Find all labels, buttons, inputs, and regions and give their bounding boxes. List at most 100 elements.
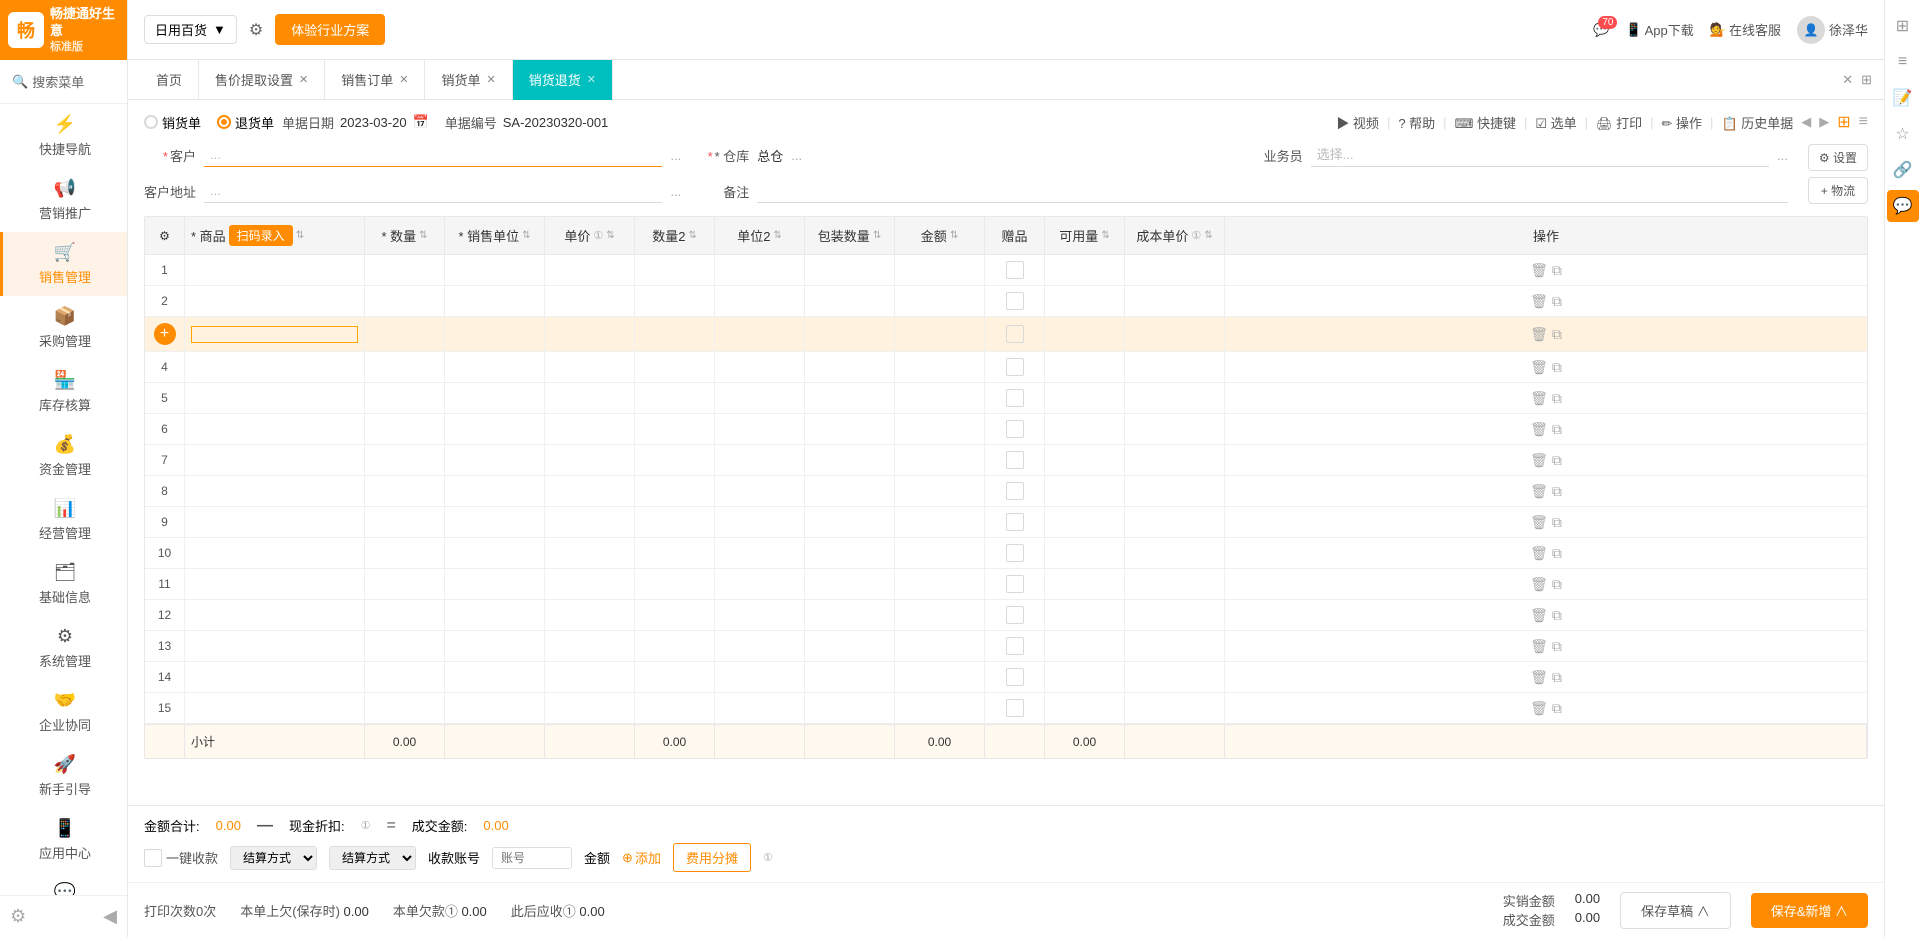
tab-sales-return-close[interactable]: ✕ <box>587 73 596 86</box>
row-14-gift-check[interactable] <box>1006 668 1024 686</box>
row-6-gift-check[interactable] <box>1006 420 1024 438</box>
expense-split-btn[interactable]: 费用分摊 <box>673 843 751 872</box>
help-btn[interactable]: ? 帮助 <box>1398 113 1435 132</box>
salesperson-input[interactable] <box>1311 143 1769 167</box>
row-11-delete[interactable]: 🗑 <box>1530 576 1548 593</box>
row-13-gift-check[interactable] <box>1006 637 1024 655</box>
row-1-pkg[interactable] <box>805 255 895 285</box>
sidebar-item-sales[interactable]: 🛒 销售管理 <box>0 232 127 296</box>
message-btn[interactable]: 💬 70 <box>1593 22 1609 38</box>
row-3-amount[interactable] <box>895 317 985 351</box>
calendar-icon[interactable]: 📅 <box>413 114 429 130</box>
row-2-qty2[interactable] <box>635 286 715 316</box>
tabs-menu-icon[interactable]: ⊞ <box>1861 72 1872 88</box>
right-panel-table-icon[interactable]: ⊞ <box>1887 10 1919 42</box>
row-3-delete[interactable]: 🗑 <box>1530 326 1548 343</box>
one-click-payment-check[interactable]: 一键收款 <box>144 848 218 867</box>
row-8-gift-check[interactable] <box>1006 482 1024 500</box>
row-10-gift-check[interactable] <box>1006 544 1024 562</box>
row-5-delete[interactable]: 🗑 <box>1530 390 1548 407</box>
nav-next-icon[interactable]: ▶ <box>1819 114 1829 130</box>
row-3-pkg[interactable] <box>805 317 895 351</box>
sidebar-item-purchase[interactable]: 📦 采购管理 <box>0 296 127 360</box>
row-3-cost[interactable] <box>1125 317 1225 351</box>
sub-settlement-select[interactable]: 结算方式 <box>329 846 416 870</box>
sidebar-item-system[interactable]: ⚙ 系统管理 <box>0 616 127 680</box>
radio-return[interactable]: 退货单 <box>217 113 274 132</box>
row-2-gift[interactable] <box>985 286 1045 316</box>
settlement-select[interactable]: 结算方式 <box>230 846 317 870</box>
sidebar-search[interactable]: 🔍 搜索菜单 <box>0 60 127 104</box>
row-3-avail[interactable] <box>1045 317 1125 351</box>
logistics-btn[interactable]: + 物流 <box>1808 177 1868 204</box>
row-3-qty[interactable] <box>365 317 445 351</box>
customer-dots[interactable]: ... <box>670 148 681 163</box>
row-4-delete[interactable]: 🗑 <box>1530 359 1548 376</box>
row-10-delete[interactable]: 🗑 <box>1530 545 1548 562</box>
row-3-copy[interactable]: ⧉ <box>1552 326 1562 343</box>
view-list-icon[interactable]: ≡ <box>1859 113 1868 131</box>
row-9-copy[interactable]: ⧉ <box>1552 514 1562 531</box>
row-12-delete[interactable]: 🗑 <box>1530 607 1548 624</box>
customer-input[interactable] <box>204 143 662 167</box>
row-13-delete[interactable]: 🗑 <box>1530 638 1548 655</box>
row-15-gift-check[interactable] <box>1006 699 1024 717</box>
row-4-copy[interactable]: ⧉ <box>1552 359 1562 376</box>
th-amount-sort[interactable]: ⇅ <box>950 230 958 241</box>
row-3-qty2[interactable] <box>635 317 715 351</box>
select-order-btn[interactable]: ☑ 选单 <box>1535 113 1576 132</box>
salesperson-dots[interactable]: ... <box>1777 148 1788 163</box>
save-draft-btn[interactable]: 保存草稿 ∧ <box>1620 892 1731 929</box>
right-panel-chat-icon[interactable]: 💬 <box>1887 190 1919 222</box>
tab-home[interactable]: 首页 <box>140 60 199 100</box>
th-cost-sort[interactable]: ⇅ <box>1204 230 1212 241</box>
th-unit2-sort[interactable]: ⇅ <box>773 230 781 241</box>
tab-price-settings[interactable]: 售价提取设置 ✕ <box>199 60 325 100</box>
sidebar-item-wechat[interactable]: 💬 企业微信 <box>0 872 127 895</box>
video-btn[interactable]: ▶ 视频 <box>1336 113 1379 132</box>
row-2-unit2[interactable] <box>715 286 805 316</box>
row-4-gift-check[interactable] <box>1006 358 1024 376</box>
row-1-avail[interactable] <box>1045 255 1125 285</box>
row-1-delete[interactable]: 🗑 <box>1530 262 1548 279</box>
row-3-gift-check[interactable] <box>1006 325 1024 343</box>
industry-select[interactable]: 日用百货 ▼ <box>144 15 237 44</box>
collapse-icon[interactable]: ◀ <box>103 906 117 927</box>
user-btn[interactable]: 👤 徐泽华 <box>1797 16 1868 44</box>
row-2-cost[interactable] <box>1125 286 1225 316</box>
row-7-gift-check[interactable] <box>1006 451 1024 469</box>
th-avail-sort[interactable]: ⇅ <box>1101 230 1109 241</box>
radio-delivery[interactable]: 销货单 <box>144 113 201 132</box>
sidebar-item-quick-nav[interactable]: ⚡ 快捷导航 <box>0 104 127 168</box>
row-12-copy[interactable]: ⧉ <box>1552 607 1562 624</box>
row-1-copy[interactable]: ⧉ <box>1552 262 1562 279</box>
right-panel-link-icon[interactable]: 🔗 <box>1887 154 1919 186</box>
th-settings[interactable]: ⚙ <box>145 217 185 254</box>
row-2-gift-check[interactable] <box>1006 292 1024 310</box>
sidebar-item-appstore[interactable]: 📱 应用中心 <box>0 808 127 872</box>
row-2-price[interactable] <box>545 286 635 316</box>
row-2-qty[interactable] <box>365 286 445 316</box>
row-11-gift-check[interactable] <box>1006 575 1024 593</box>
address-dots[interactable]: ... <box>670 184 681 199</box>
one-click-check-box[interactable] <box>144 849 162 867</box>
nav-prev-icon[interactable]: ◀ <box>1801 114 1811 130</box>
row-11-copy[interactable]: ⧉ <box>1552 576 1562 593</box>
view-table-icon[interactable]: ⊞ <box>1837 112 1850 132</box>
row-1-unit2[interactable] <box>715 255 805 285</box>
th-qty-sort[interactable]: ⇅ <box>419 230 427 241</box>
right-panel-note-icon[interactable]: 📝 <box>1887 82 1919 114</box>
row-3-product[interactable] <box>185 317 365 351</box>
row-5-copy[interactable]: ⧉ <box>1552 390 1562 407</box>
row-9-delete[interactable]: 🗑 <box>1530 514 1548 531</box>
row-1-price[interactable] <box>545 255 635 285</box>
add-payment-btn[interactable]: ⊕ 添加 <box>622 848 661 867</box>
row-14-delete[interactable]: 🗑 <box>1530 669 1548 686</box>
row-1-gift[interactable] <box>985 255 1045 285</box>
tab-sales-return[interactable]: 销货退货 ✕ <box>513 60 613 100</box>
warehouse-dots[interactable]: ... <box>791 148 802 163</box>
row-1-gift-check[interactable] <box>1006 261 1024 279</box>
close-all-icon[interactable]: ✕ <box>1842 72 1853 88</box>
row-8-delete[interactable]: 🗑 <box>1530 483 1548 500</box>
tab-sales-order[interactable]: 销售订单 ✕ <box>325 60 425 100</box>
